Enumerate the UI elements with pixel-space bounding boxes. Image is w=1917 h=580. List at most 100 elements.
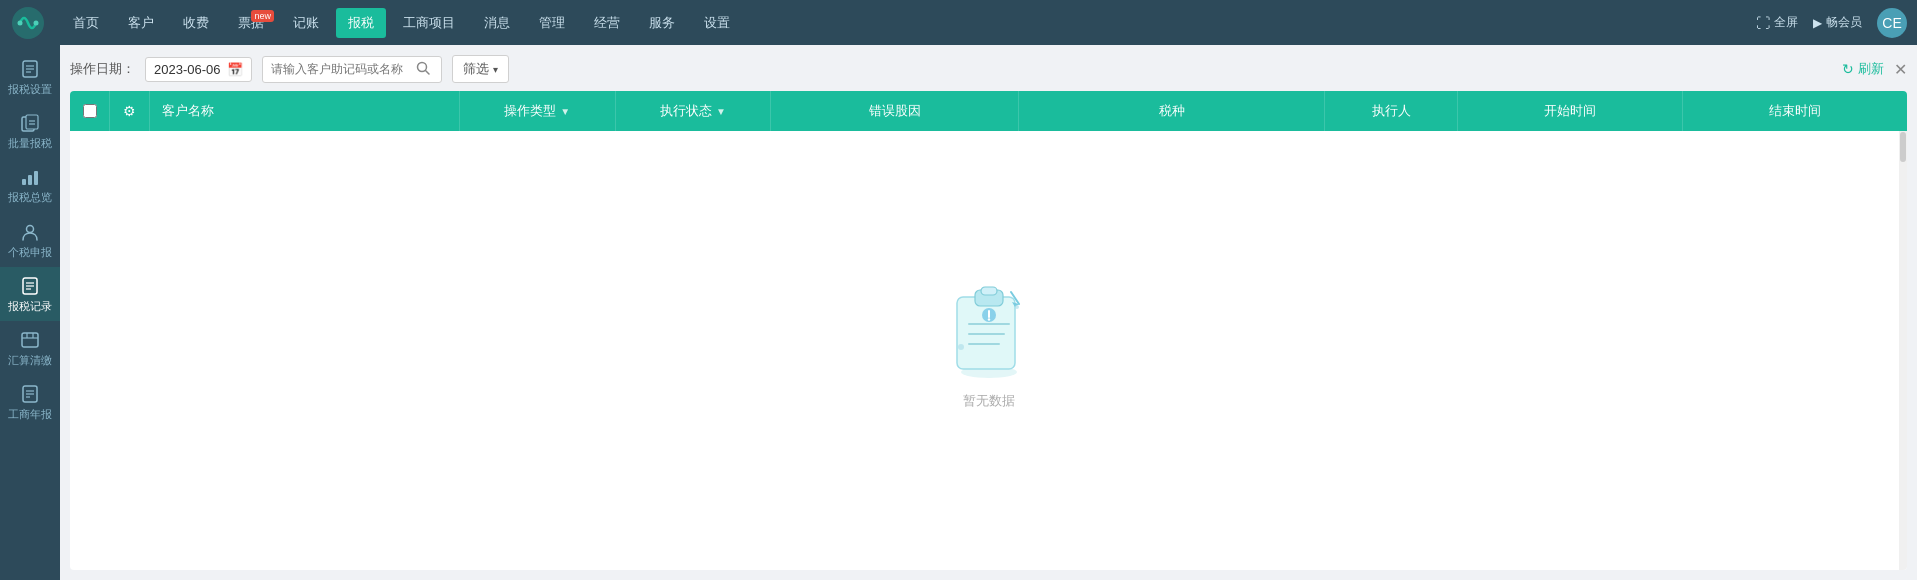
nav-item-home[interactable]: 首页: [61, 8, 111, 38]
nav-item-commerce[interactable]: 工商项目: [391, 8, 467, 38]
sidebar-item-tax-records[interactable]: 报税记录: [0, 267, 60, 321]
svg-point-2: [34, 20, 39, 25]
tax-overview-icon: [19, 166, 41, 188]
svg-point-14: [27, 225, 34, 232]
batch-tax-icon: [19, 112, 41, 134]
filter-label: 筛选: [463, 60, 489, 78]
sidebar-label-annual-report: 工商年报: [8, 408, 52, 421]
annual-report-icon: [19, 383, 41, 405]
sidebar-item-annual-settlement[interactable]: 汇算清缴: [0, 321, 60, 375]
th-error-reason-label: 错误股因: [869, 102, 921, 120]
svg-rect-12: [28, 175, 32, 185]
refresh-label: 刷新: [1858, 60, 1884, 78]
empty-state: 暂无数据: [939, 272, 1039, 410]
new-badge: new: [251, 10, 274, 22]
empty-text: 暂无数据: [963, 392, 1015, 410]
tax-settings-icon: [19, 58, 41, 80]
th-exec-status[interactable]: 执行状态 ▼: [616, 91, 772, 131]
svg-line-28: [425, 70, 429, 74]
sidebar-label-individual-tax: 个税申报: [8, 246, 52, 259]
refresh-button[interactable]: ↻ 刷新: [1842, 60, 1884, 78]
svg-rect-19: [22, 333, 38, 347]
fullscreen-btn[interactable]: ⛶ 全屏: [1756, 14, 1798, 31]
select-all-checkbox[interactable]: [83, 104, 97, 118]
annual-settlement-icon: [19, 329, 41, 351]
op-type-sort-icon: ▼: [560, 106, 570, 117]
nav-item-message[interactable]: 消息: [472, 8, 522, 38]
sidebar-item-annual-report[interactable]: 工商年报: [0, 375, 60, 429]
nav-right: ⛶ 全屏 ▶ 畅会员 CE: [1756, 8, 1907, 38]
th-end-time: 结束时间: [1683, 91, 1907, 131]
th-error-reason: 错误股因: [771, 91, 1019, 131]
search-input[interactable]: [271, 62, 411, 76]
nav-item-bookkeeping[interactable]: 记账: [281, 8, 331, 38]
sidebar-label-tax-settings: 报税设置: [8, 83, 52, 96]
svg-point-38: [987, 318, 989, 320]
sidebar-label-tax-records: 报税记录: [8, 300, 52, 313]
date-label: 操作日期：: [70, 60, 135, 78]
individual-tax-icon: [19, 221, 41, 243]
nav-item-billing[interactable]: 收费: [171, 8, 221, 38]
chevron-down-icon: ▾: [493, 64, 498, 75]
close-button[interactable]: ✕: [1894, 60, 1907, 79]
th-op-type-label: 操作类型: [504, 102, 556, 120]
content-area: 操作日期： 2023-06-06 📅 筛选 ▾ ↻: [60, 45, 1917, 580]
svg-rect-8: [26, 115, 38, 129]
th-start-time-label: 开始时间: [1544, 102, 1596, 120]
svg-rect-11: [22, 179, 26, 185]
top-nav: 首页 客户 收费 票据 new 记账 报税 工商项目 消息 管理 经营 服务 设…: [0, 0, 1917, 45]
sidebar-item-individual-tax[interactable]: 个税申报: [0, 213, 60, 267]
nav-item-operation[interactable]: 经营: [582, 8, 632, 38]
main-layout: 报税设置 批量报税 报税总览: [0, 45, 1917, 580]
th-tax-type: 税种: [1019, 91, 1325, 131]
nav-item-management[interactable]: 管理: [527, 8, 577, 38]
column-settings-icon[interactable]: ⚙: [123, 103, 136, 119]
search-icon[interactable]: [416, 61, 430, 78]
nav-item-tax[interactable]: 报税: [336, 8, 386, 38]
th-customer-name-label: 客户名称: [162, 102, 214, 120]
svg-point-41: [958, 344, 964, 350]
table-header: ⚙ 客户名称 操作类型 ▼ 执行状态 ▼ 错误股因 税种: [70, 91, 1907, 131]
member-btn[interactable]: ▶ 畅会员: [1813, 14, 1862, 31]
sidebar: 报税设置 批量报税 报税总览: [0, 45, 60, 580]
date-picker[interactable]: 2023-06-06 📅: [145, 57, 252, 82]
nav-item-customer[interactable]: 客户: [116, 8, 166, 38]
th-executor: 执行人: [1325, 91, 1458, 131]
date-value: 2023-06-06: [154, 62, 221, 77]
search-box: [262, 56, 442, 83]
empty-illustration: [939, 272, 1039, 382]
avatar[interactable]: CE: [1877, 8, 1907, 38]
table-body: 暂无数据: [70, 131, 1907, 570]
table-wrapper: ⚙ 客户名称 操作类型 ▼ 执行状态 ▼ 错误股因 税种: [70, 91, 1907, 570]
calendar-icon: 📅: [227, 62, 243, 77]
sidebar-item-tax-overview[interactable]: 报税总览: [0, 158, 60, 212]
filter-button[interactable]: 筛选 ▾: [452, 55, 509, 83]
th-executor-label: 执行人: [1372, 102, 1411, 120]
sidebar-item-tax-settings[interactable]: 报税设置: [0, 50, 60, 104]
scroll-thumb[interactable]: [1900, 132, 1906, 162]
th-end-time-label: 结束时间: [1769, 102, 1821, 120]
nav-items: 首页 客户 收费 票据 new 记账 报税 工商项目 消息 管理 经营 服务 设…: [61, 8, 1756, 38]
toolbar: 操作日期： 2023-06-06 📅 筛选 ▾ ↻: [70, 55, 1907, 83]
nav-item-settings[interactable]: 设置: [692, 8, 742, 38]
th-start-time: 开始时间: [1458, 91, 1683, 131]
th-settings: ⚙: [110, 91, 150, 131]
nav-item-service[interactable]: 服务: [637, 8, 687, 38]
sidebar-label-annual-settlement: 汇算清缴: [8, 354, 52, 367]
sidebar-label-tax-overview: 报税总览: [8, 191, 52, 204]
refresh-icon: ↻: [1842, 61, 1854, 77]
logo[interactable]: [10, 5, 46, 41]
th-customer-name: 客户名称: [150, 91, 460, 131]
th-checkbox: [70, 91, 110, 131]
sidebar-item-batch-tax[interactable]: 批量报税: [0, 104, 60, 158]
th-exec-status-label: 执行状态: [660, 102, 712, 120]
svg-rect-13: [34, 171, 38, 185]
th-op-type[interactable]: 操作类型 ▼: [460, 91, 616, 131]
scrollbar[interactable]: [1899, 131, 1907, 570]
sidebar-label-batch-tax: 批量报税: [8, 137, 52, 150]
exec-status-sort-icon: ▼: [716, 106, 726, 117]
svg-rect-32: [981, 287, 997, 295]
svg-point-42: [1015, 305, 1019, 309]
nav-item-invoice[interactable]: 票据 new: [226, 8, 276, 38]
th-tax-type-label: 税种: [1159, 102, 1185, 120]
